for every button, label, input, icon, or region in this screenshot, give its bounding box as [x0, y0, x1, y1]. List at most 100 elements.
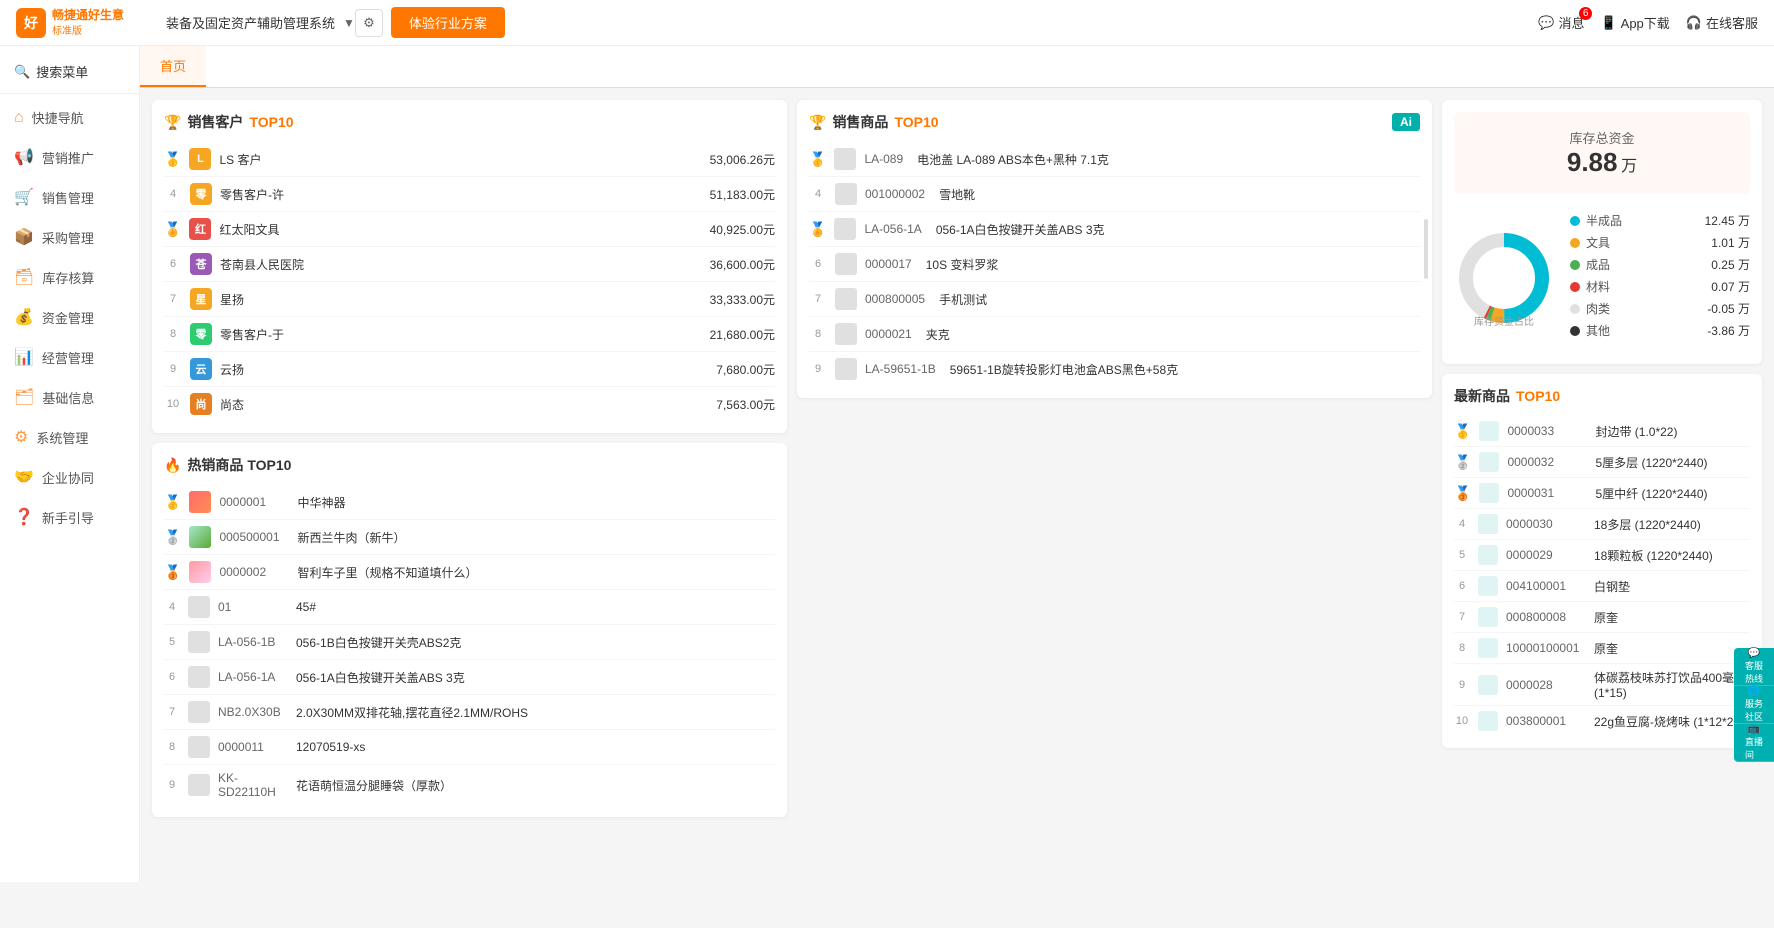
sidebar-item-marketing[interactable]: 📢 营销推广 — [0, 137, 139, 177]
np-code-10: 003800001 — [1506, 714, 1586, 728]
sidebar-item-basic-info[interactable]: 🗂 基础信息 — [0, 377, 139, 417]
finance-icon: 💰 — [14, 307, 34, 327]
rank-num-4: 6 — [164, 255, 182, 273]
notification-button[interactable]: 💬 消息 6 — [1538, 13, 1584, 32]
prod-code-9: KK-SD22110H — [218, 771, 288, 799]
legend-item-4: 材料 0.07 万 — [1570, 278, 1750, 295]
np-code-7: 000800008 — [1506, 610, 1586, 624]
legend-item-6: 其他 -3.86 万 — [1570, 322, 1750, 339]
prod-thumb-9 — [188, 774, 210, 796]
np-num-9: 9 — [1454, 679, 1470, 691]
rank-num-hp4: 4 — [164, 601, 180, 613]
inventory-total-label: 库存总资金 — [1470, 128, 1734, 147]
legend-item-2: 文具 1.01 万 — [1570, 234, 1750, 251]
prod-name-1: 中华神器 — [297, 494, 345, 511]
legend-name-5: 肉类 — [1586, 300, 1701, 317]
np-num-8: 8 — [1454, 642, 1470, 654]
new-prod-3: 🥉 0000031 5厘中纤 (1220*2440) — [1454, 478, 1750, 509]
new-products-list: 🥇 0000033 封边带 (1.0*22) 🥈 0000032 5厘多层 (1… — [1454, 416, 1750, 736]
np-name-7: 原奎 — [1594, 609, 1750, 626]
system-selector[interactable]: 装备及固定资产辅助管理系统 ▼ — [166, 13, 355, 32]
customer-service-button[interactable]: 💬 客服热线 — [1734, 648, 1774, 686]
prod-thumb-5 — [188, 631, 210, 653]
hot-prod-7: 7 NB2.0X30B 2.0X30MM双排花轴,摆花直径2.1MM/ROHS — [164, 695, 775, 730]
phone-icon: 📱 — [1600, 15, 1616, 31]
purchase-icon: 📦 — [14, 227, 34, 247]
rank-num-7: 9 — [164, 360, 182, 378]
np-name-9: 体碳荔枝味苏打饮品400毫升 (1*15) — [1594, 669, 1750, 700]
rank-num-hp7: 7 — [164, 706, 180, 718]
donut-chart-section: 库存资金占比 半成品 12.45 万 文具 1.01 万 — [1454, 204, 1750, 352]
trophy-icon-2: 🏆 — [809, 114, 826, 131]
sidebar-item-sys-mgmt[interactable]: ⚙ 系统管理 — [0, 417, 139, 457]
np-code-8: 10000100001 — [1506, 641, 1586, 655]
hot-prod-1: 🥇 0000001 中华神器 — [164, 485, 775, 520]
customer-amount-4: 36,600.00元 — [710, 256, 775, 273]
hot-prod-2: 🥈 000500001 新西兰牛肉（新牛） — [164, 520, 775, 555]
donut-legend: 半成品 12.45 万 文具 1.01 万 成品 0 — [1570, 212, 1750, 344]
rank-item-6: 8 零 零售客户-于 21,680.00元 — [164, 317, 775, 352]
prod-name-6: 056-1A白色按键开关盖ABS 3克 — [296, 669, 465, 686]
customer-badge-3: 红 — [189, 218, 211, 240]
customer-name-4: 苍南县人民医院 — [220, 256, 702, 273]
sidebar-item-quick-nav[interactable]: ⌂ 快捷导航 — [0, 98, 139, 137]
rank-medal-3: 🏅 — [164, 221, 181, 238]
np-thumb-6 — [1478, 576, 1498, 596]
hot-prod-9: 9 KK-SD22110H 花语萌恒温分腿睡袋（厚款） — [164, 765, 775, 805]
new-products-top10-badge: TOP10 — [1516, 388, 1560, 404]
new-prod-8: 8 10000100001 原奎 — [1454, 633, 1750, 664]
sys-mgmt-icon: ⚙ — [14, 427, 28, 447]
legend-val-6: -3.86 万 — [1707, 322, 1750, 339]
prod-thumb-3 — [189, 561, 211, 583]
sidebar-item-enterprise[interactable]: 🤝 企业协同 — [0, 457, 139, 497]
sidebar-item-operations[interactable]: 📊 经营管理 — [0, 337, 139, 377]
rank-num-8: 10 — [164, 395, 182, 413]
legend-dot-6 — [1570, 326, 1580, 336]
sidebar-label: 系统管理 — [36, 428, 88, 447]
sidebar-item-guide[interactable]: ❓ 新手引导 — [0, 497, 139, 537]
np-name-10: 22g鱼豆腐-烧烤味 (1*12*20) — [1594, 713, 1750, 730]
sidebar-label: 经营管理 — [42, 348, 94, 367]
prod-name-8: 12070519-xs — [296, 740, 365, 754]
sidebar-label: 库存核算 — [42, 268, 94, 287]
main-content: 首页 🏆 销售客户 TOP10 🥇 L LS 客户 — [140, 46, 1774, 882]
sp-thumb-4 — [835, 253, 857, 275]
settings-button[interactable]: ⚙ — [355, 9, 383, 37]
np-name-1: 封边带 (1.0*22) — [1595, 423, 1750, 440]
logo-icon: 好 — [16, 8, 46, 38]
sp-name-4: 10S 变料罗浆 — [926, 256, 999, 273]
sidebar: 🔍 搜索菜单 ⌂ 快捷导航 📢 营销推广 🛒 销售管理 📦 采购管理 🗃 库存核… — [0, 46, 140, 882]
sidebar-item-inventory[interactable]: 🗃 库存核算 — [0, 257, 139, 297]
sp-rank-item-1: 🥇 LA-089 电池盖 LA-089 ABS本色+黑种 7.1克 — [809, 142, 1420, 177]
logo-text-wrap: 畅捷通好生意 标准版 — [52, 8, 124, 37]
sp-medal-1: 🥇 — [809, 151, 826, 168]
online-service-button[interactable]: 🎧 在线客服 — [1686, 13, 1758, 32]
np-name-8: 原奎 — [1594, 640, 1750, 657]
sidebar-item-finance[interactable]: 💰 资金管理 — [0, 297, 139, 337]
prod-thumb-6 — [188, 666, 210, 688]
legend-name-4: 材料 — [1586, 278, 1705, 295]
tab-home[interactable]: 首页 — [140, 46, 206, 87]
sp-thumb-6 — [835, 323, 857, 345]
prod-name-5: 056-1B白色按键开关壳ABS2克 — [296, 634, 461, 651]
sidebar-label: 企业协同 — [42, 468, 94, 487]
legend-name-6: 其他 — [1586, 322, 1701, 339]
search-menu-item[interactable]: 🔍 搜索菜单 — [0, 54, 139, 89]
service-community-button[interactable]: 🌐 服务社区 — [1734, 686, 1774, 724]
dropdown-arrow-icon[interactable]: ▼ — [343, 16, 355, 30]
sidebar-item-sales[interactable]: 🛒 销售管理 — [0, 177, 139, 217]
customer-amount-3: 40,925.00元 — [710, 221, 775, 238]
hot-prod-6: 6 LA-056-1A 056-1A白色按键开关盖ABS 3克 — [164, 660, 775, 695]
trophy-icon: 🏆 — [164, 114, 181, 131]
trial-button[interactable]: 体验行业方案 — [391, 7, 505, 38]
direct-store-button[interactable]: 📺 直播间 — [1734, 724, 1774, 762]
sp-name-7: 59651-1B旋转投影灯电池盒ABS黑色+58克 — [950, 361, 1178, 378]
app-download-button[interactable]: 📱 App下载 — [1600, 13, 1669, 32]
sp-rank-item-7: 9 LA-59651-1B 59651-1B旋转投影灯电池盒ABS黑色+58克 — [809, 352, 1420, 386]
app-label: App下载 — [1621, 13, 1670, 32]
sp-code-5: 000800005 — [865, 292, 925, 306]
legend-name-1: 半成品 — [1586, 212, 1699, 229]
new-prod-2: 🥈 0000032 5厘多层 (1220*2440) — [1454, 447, 1750, 478]
np-name-4: 18多层 (1220*2440) — [1594, 516, 1750, 533]
sidebar-item-purchase[interactable]: 📦 采购管理 — [0, 217, 139, 257]
